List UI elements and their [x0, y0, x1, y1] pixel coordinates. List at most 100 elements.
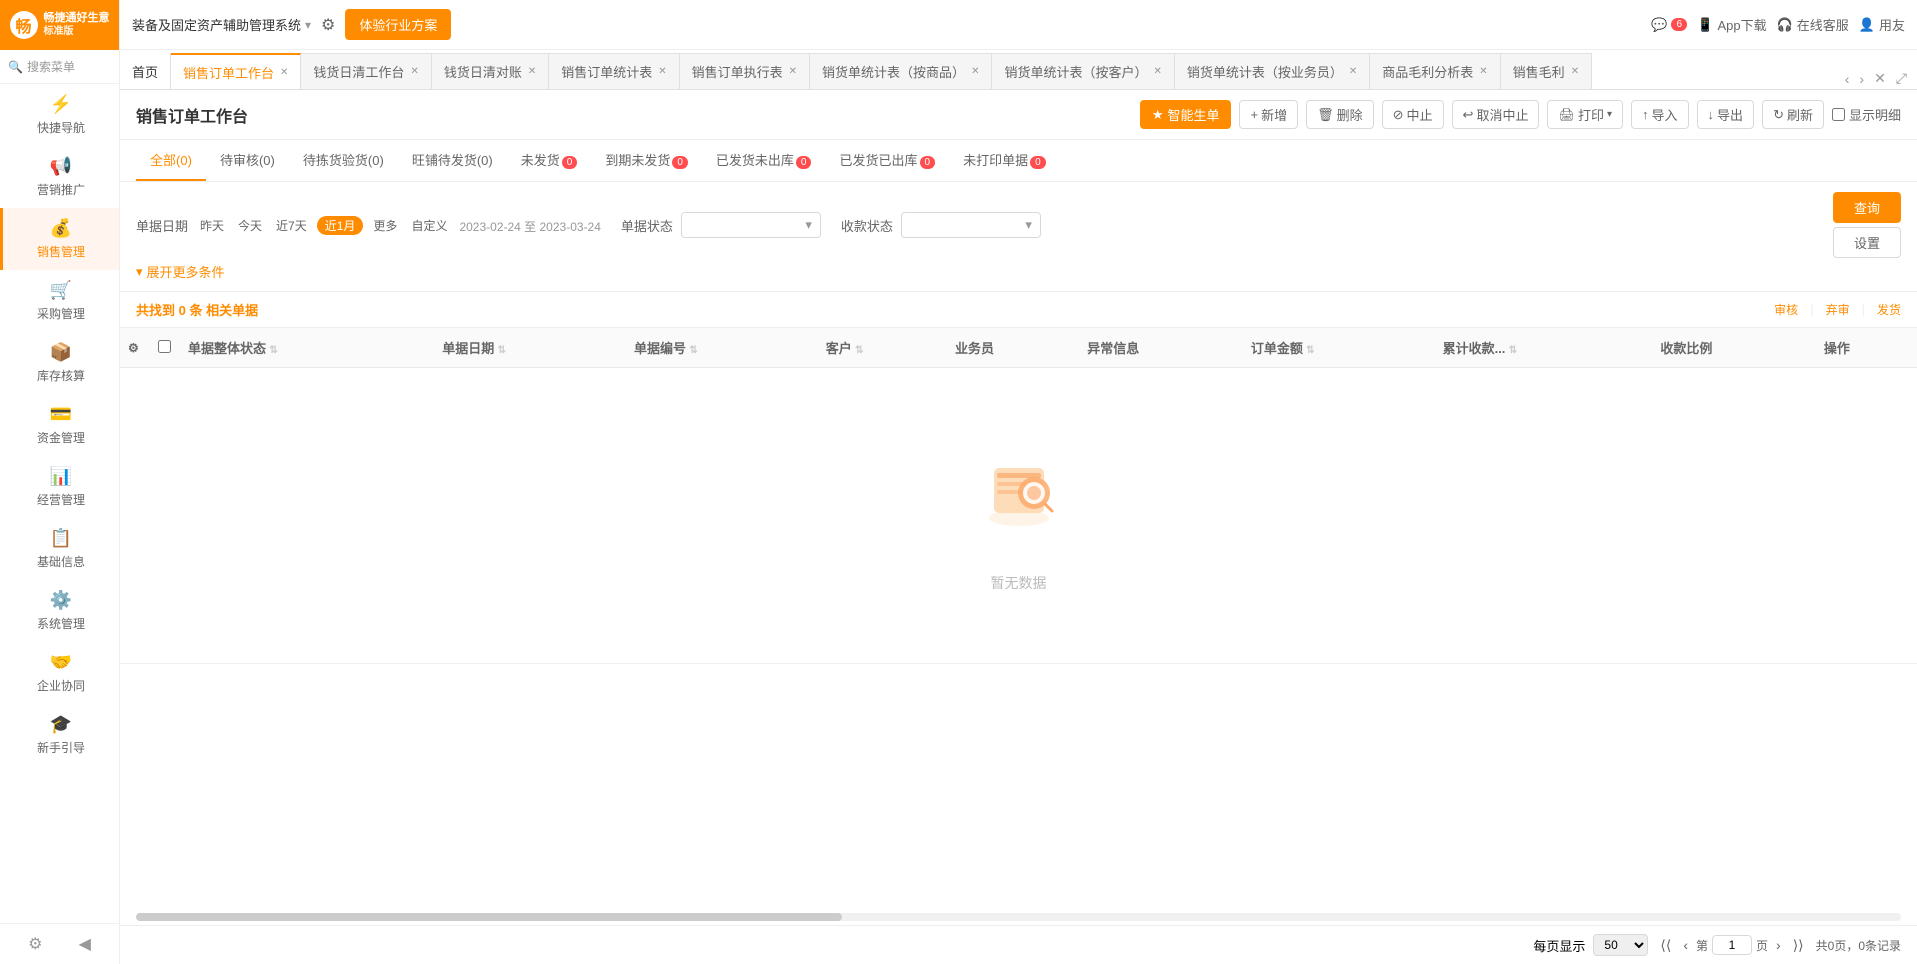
- refresh-button[interactable]: ↻ 刷新: [1762, 100, 1824, 129]
- sidebar-item-sales[interactable]: 💰 销售管理: [0, 208, 119, 270]
- smart-create-button[interactable]: ★ 智能生单: [1140, 100, 1232, 129]
- yesterday-btn[interactable]: 昨天: [196, 215, 228, 236]
- review-action-btn[interactable]: 审核: [1774, 301, 1798, 318]
- app-download-item[interactable]: 📱 App下载: [1697, 15, 1766, 34]
- payment-select[interactable]: ▾: [901, 212, 1041, 238]
- today-btn[interactable]: 今天: [234, 215, 266, 236]
- first-page-button[interactable]: ⟨⟨: [1656, 935, 1675, 956]
- export-button[interactable]: ↓ 导出: [1697, 100, 1755, 129]
- tab-sales-stats[interactable]: 销售订单统计表 ✕: [549, 53, 679, 89]
- filter-tab-not-printed[interactable]: 未打印单据0: [949, 140, 1060, 181]
- filter-tab-pending-check[interactable]: 待拣货验货(0): [289, 140, 398, 181]
- tab-close-sales-stats[interactable]: ✕: [658, 66, 666, 77]
- trial-button[interactable]: 体验行业方案: [345, 9, 451, 40]
- tab-sales-workbench[interactable]: 销售订单工作台 ✕: [171, 53, 301, 89]
- sidebar-item-finance[interactable]: 💳 资金管理: [0, 394, 119, 456]
- tab-cash-daily[interactable]: 钱货日清工作台 ✕: [301, 53, 431, 89]
- sidebar-item-guide[interactable]: 🎓 新手引导: [0, 704, 119, 766]
- sort-icon-number[interactable]: ⇅: [689, 345, 697, 356]
- query-button[interactable]: 查询: [1833, 192, 1901, 223]
- filter-tab-not-shipped[interactable]: 未发货0: [507, 140, 592, 181]
- ship-action-btn[interactable]: 发货: [1877, 301, 1901, 318]
- new-button[interactable]: + 新增: [1239, 100, 1298, 129]
- sort-icon-customer[interactable]: ⇅: [855, 345, 863, 356]
- sidebar-item-purchase[interactable]: 🛒 采购管理: [0, 270, 119, 332]
- sidebar-item-quick-nav[interactable]: ⚡ 快捷导航: [0, 84, 119, 146]
- sort-icon-status[interactable]: ⇅: [269, 345, 277, 356]
- tab-sales-stats-staff[interactable]: 销货单统计表（按业务员） ✕: [1175, 53, 1370, 89]
- expand-conditions-button[interactable]: ▾ 展开更多条件: [136, 262, 1901, 281]
- sort-icon-collected[interactable]: ⇅: [1509, 345, 1517, 356]
- month-btn[interactable]: 近1月: [317, 216, 364, 235]
- filter-tab-pending-review[interactable]: 待审核(0): [206, 140, 289, 181]
- status-select[interactable]: ▾: [681, 212, 821, 238]
- settings-bottom-icon[interactable]: ⚙: [28, 934, 42, 954]
- tab-cash-reconcile[interactable]: 钱货日清对账 ✕: [432, 53, 549, 89]
- tab-close-staff[interactable]: ✕: [1349, 66, 1357, 77]
- user-item[interactable]: 👤 用友: [1859, 15, 1905, 34]
- sort-icon-amount[interactable]: ⇅: [1306, 345, 1314, 356]
- tab-close-customer[interactable]: ✕: [1153, 66, 1161, 77]
- tab-close-product[interactable]: ✕: [971, 66, 979, 77]
- week-btn[interactable]: 近7天: [272, 215, 311, 236]
- custom-btn[interactable]: 自定义: [407, 215, 451, 236]
- sidebar-item-marketing[interactable]: 📢 营销推广: [0, 146, 119, 208]
- sort-icon-date[interactable]: ⇅: [498, 345, 506, 356]
- gear-icon[interactable]: ⚙: [321, 15, 335, 35]
- tab-close-cash-reconcile[interactable]: ✕: [528, 66, 536, 77]
- tab-close-sales-exec[interactable]: ✕: [789, 66, 797, 77]
- col-checkbox[interactable]: [150, 328, 180, 368]
- tab-close-sales-workbench[interactable]: ✕: [280, 67, 288, 78]
- tab-next-button[interactable]: ›: [1855, 69, 1868, 89]
- filter-tab-shipped-out[interactable]: 已发货已出库0: [825, 140, 949, 181]
- h-scroll-thumb[interactable]: [136, 913, 842, 921]
- collapse-icon[interactable]: ◀: [79, 934, 91, 954]
- last-page-button[interactable]: ⟩⟩: [1789, 935, 1808, 956]
- tab-close-cash-daily[interactable]: ✕: [410, 66, 418, 77]
- tab-close-margin[interactable]: ✕: [1479, 66, 1487, 77]
- tab-close-all-button[interactable]: ✕: [1870, 68, 1890, 89]
- sidebar-item-inventory[interactable]: 📦 库存核算: [0, 332, 119, 394]
- show-detail-checkbox[interactable]: 显示明细: [1832, 105, 1901, 124]
- system-dropdown[interactable]: 装备及固定资产辅助管理系统 ▾: [132, 15, 311, 34]
- filter-tab-all[interactable]: 全部(0): [136, 140, 206, 181]
- next-page-button[interactable]: ›: [1772, 935, 1785, 955]
- sidebar-nav: ⚡ 快捷导航 📢 营销推广 💰 销售管理 🛒 采购管理 📦 库存核算 💳 资金管…: [0, 84, 119, 923]
- tab-sales-profit[interactable]: 销售毛利 ✕: [1501, 53, 1592, 89]
- tab-sales-exec[interactable]: 销售订单执行表 ✕: [680, 53, 810, 89]
- delete-button[interactable]: 🗑 删除: [1306, 100, 1374, 129]
- page-input[interactable]: 1: [1712, 935, 1752, 955]
- import-button[interactable]: ↑ 导入: [1631, 100, 1689, 129]
- tab-home[interactable]: 首页: [120, 53, 171, 89]
- tab-product-margin[interactable]: 商品毛利分析表 ✕: [1370, 53, 1500, 89]
- page-size-select[interactable]: 50 10 20 100: [1593, 934, 1648, 956]
- cancel-stop-button[interactable]: ↩ 取消中止: [1452, 100, 1540, 129]
- online-service-item[interactable]: 🎧 在线客服: [1777, 15, 1849, 34]
- tab-close-profit[interactable]: ✕: [1571, 66, 1579, 77]
- table-right-actions: 审核 | 弃审 | 发货: [1774, 301, 1901, 318]
- filter-tab-shipped-not-out[interactable]: 已发货未出库0: [702, 140, 826, 181]
- filter-tab-wangpu-ship[interactable]: 旺铺待发货(0): [398, 140, 507, 181]
- sidebar-item-operations[interactable]: 📊 经营管理: [0, 456, 119, 518]
- sidebar-item-base-info[interactable]: 📋 基础信息: [0, 518, 119, 580]
- show-detail-input[interactable]: [1832, 108, 1845, 121]
- select-all-checkbox[interactable]: [158, 340, 171, 353]
- sidebar-item-system[interactable]: ⚙️ 系统管理: [0, 580, 119, 642]
- setting-button[interactable]: 设置: [1833, 227, 1901, 258]
- tab-prev-button[interactable]: ‹: [1841, 69, 1854, 89]
- more-btn[interactable]: 更多: [369, 215, 401, 236]
- tab-sales-stats-product[interactable]: 销货单统计表（按商品） ✕: [810, 53, 992, 89]
- sidebar-search[interactable]: 🔍 搜索菜单: [0, 50, 119, 84]
- reject-action-btn[interactable]: 弃审: [1826, 301, 1850, 318]
- tab-sales-stats-customer[interactable]: 销货单统计表（按客户） ✕: [992, 53, 1174, 89]
- sidebar: 畅 畅捷通好生意 标准版 🔍 搜索菜单 ⚡ 快捷导航 📢 营销推广 💰 销售管理…: [0, 0, 120, 964]
- horizontal-scroll[interactable]: [120, 909, 1917, 925]
- prev-page-button[interactable]: ‹: [1679, 935, 1692, 955]
- print-button[interactable]: 🖨 打印 ▾: [1547, 100, 1623, 129]
- message-item[interactable]: 💬 6: [1651, 17, 1687, 33]
- stop-button[interactable]: ⊘ 中止: [1382, 100, 1444, 129]
- sidebar-item-cooperation[interactable]: 🤝 企业协同: [0, 642, 119, 704]
- filter-tab-expired-ship[interactable]: 到期未发货0: [591, 140, 702, 181]
- col-settings[interactable]: ⚙: [120, 328, 150, 368]
- tab-expand-button[interactable]: ⤢: [1892, 68, 1911, 89]
